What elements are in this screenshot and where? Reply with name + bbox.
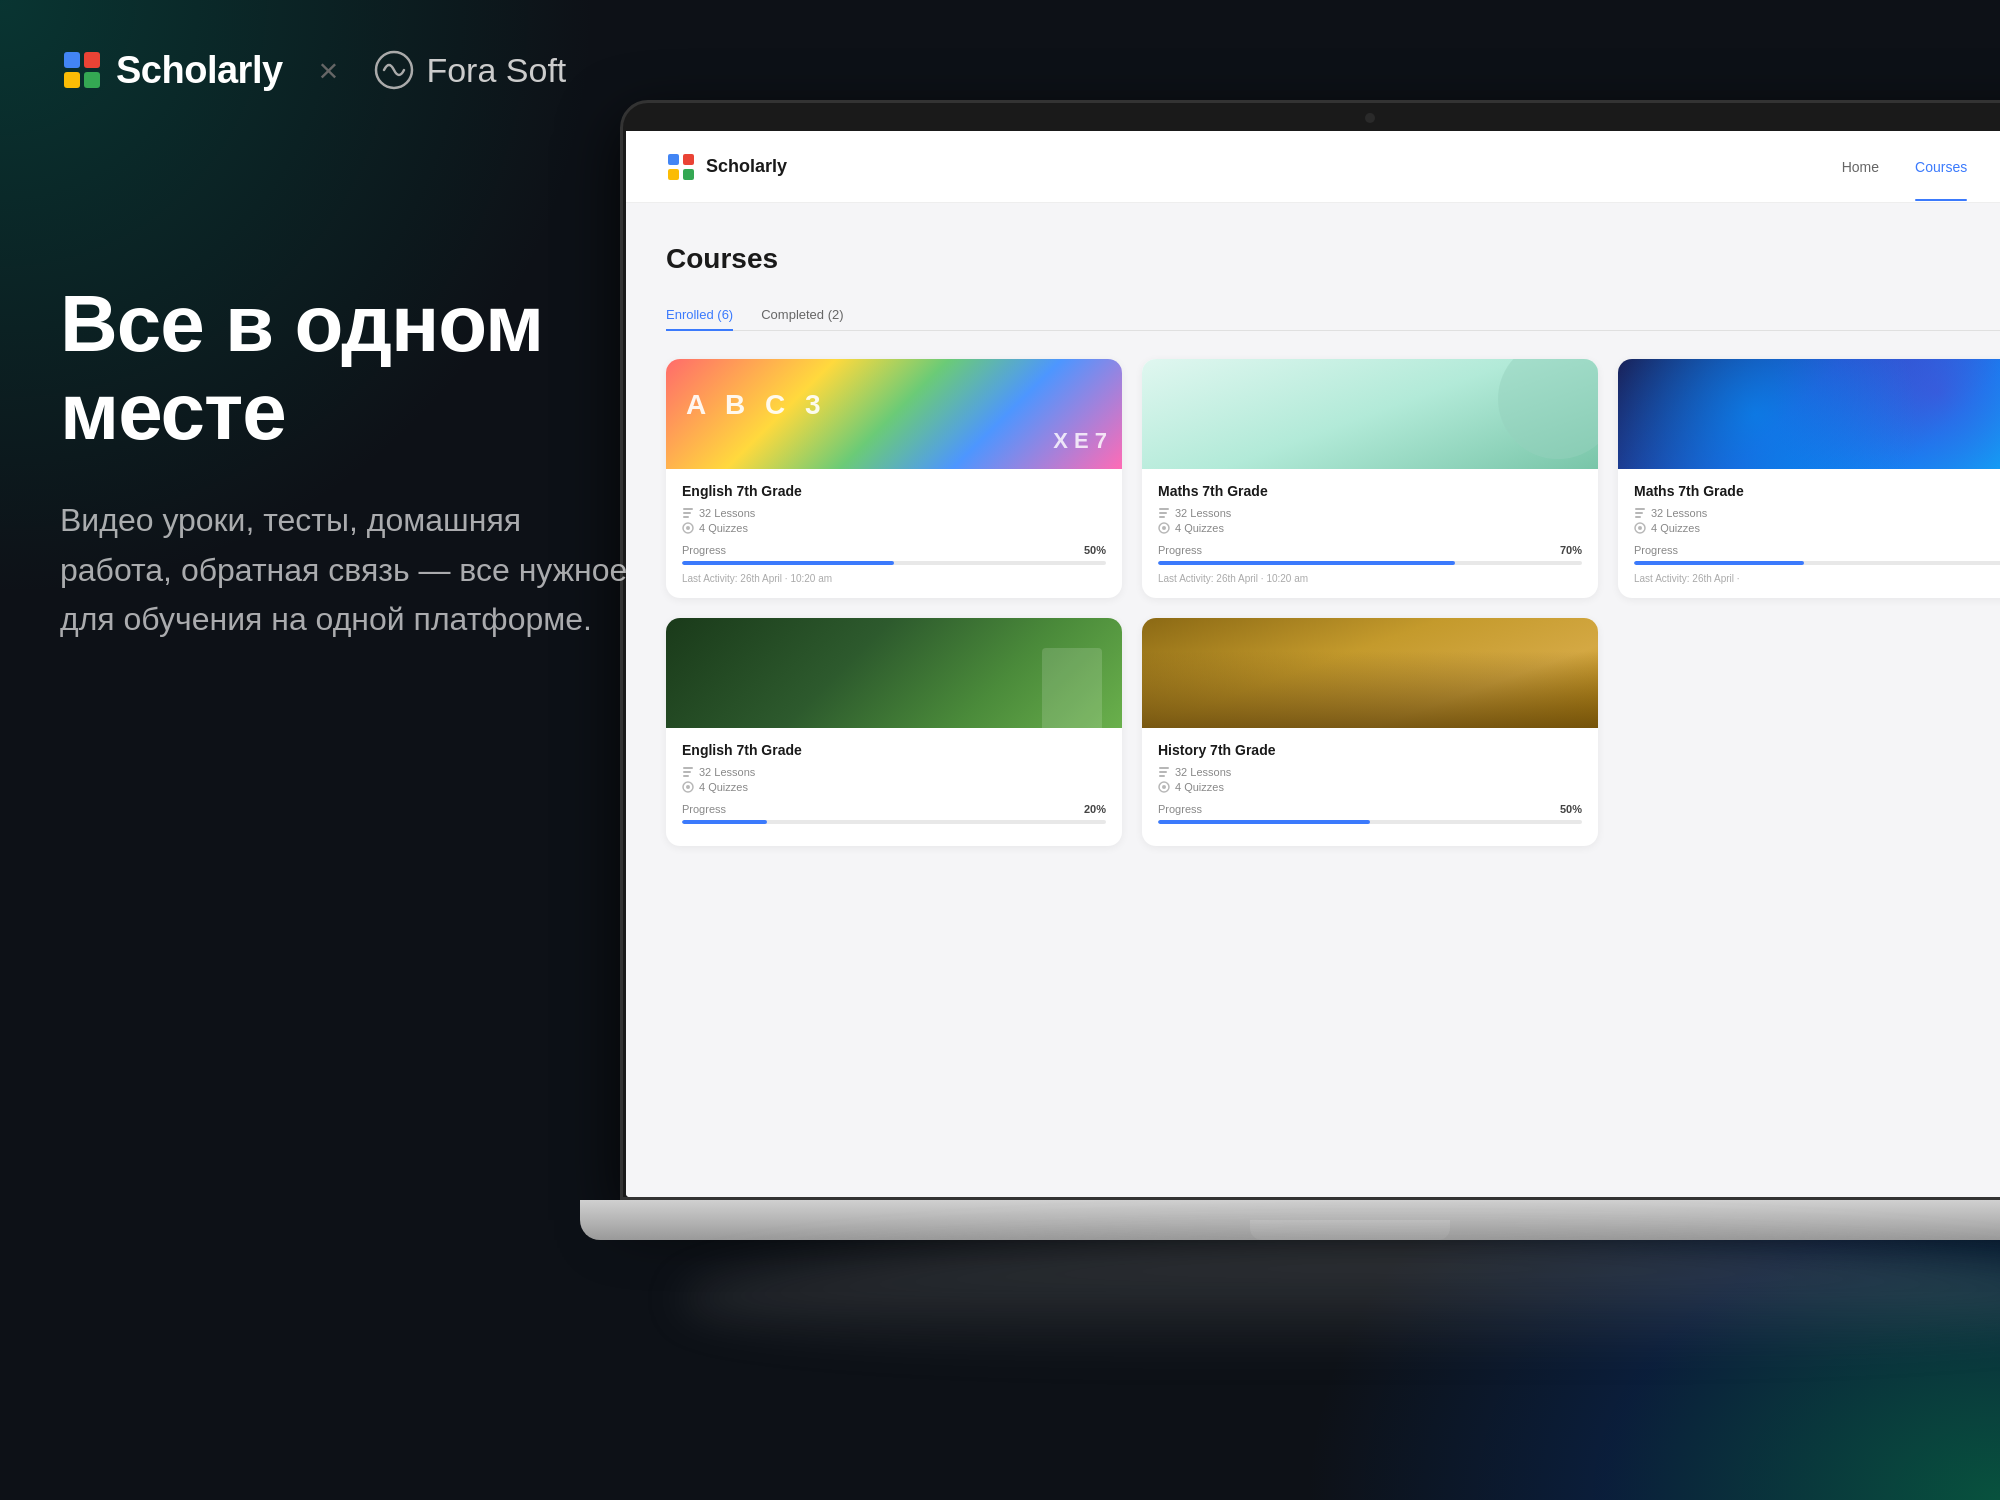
course-meta-4: 32 Lessons 4 Quizzes xyxy=(682,766,1106,793)
laptop-container: Scholarly Home Courses Recordings Course… xyxy=(580,100,2000,1420)
nav-home[interactable]: Home xyxy=(1842,159,1879,175)
course-info-2: Maths 7th Grade 32 Lessons 4 Quizzes xyxy=(1142,469,1598,598)
course-grid: English 7th Grade 32 Lessons 4 Quizzes xyxy=(666,359,2000,846)
svg-rect-30 xyxy=(1159,771,1167,773)
svg-point-23 xyxy=(1638,526,1642,530)
header-logo-area: Scholarly × Fora Soft xyxy=(60,48,566,92)
nav-courses[interactable]: Courses xyxy=(1915,159,1967,175)
svg-rect-31 xyxy=(1159,775,1165,777)
sub-text: Видео уроки, тесты, домашняя работа, обр… xyxy=(60,496,640,645)
svg-rect-20 xyxy=(1635,512,1643,514)
scholarly-icon xyxy=(60,48,104,92)
course-name-5: History 7th Grade xyxy=(1158,742,1582,758)
svg-rect-1 xyxy=(84,52,100,68)
svg-rect-29 xyxy=(1159,767,1169,769)
laptop-base xyxy=(580,1200,2000,1240)
scholarly-header-name: Scholarly xyxy=(116,49,283,92)
course-thumb-2 xyxy=(1142,359,1598,469)
course-card-2[interactable]: Maths 7th Grade 32 Lessons 4 Quizzes xyxy=(1142,359,1598,598)
app-logo-icon xyxy=(666,152,696,182)
tab-enrolled[interactable]: Enrolled (6) xyxy=(666,299,733,330)
course-card-4[interactable]: English 7th Grade 32 Lessons 4 Quizzes xyxy=(666,618,1122,846)
laptop-shadow xyxy=(680,1240,2000,1360)
svg-rect-21 xyxy=(1635,516,1641,518)
app-navbar: Scholarly Home Courses Recordings xyxy=(626,131,2000,203)
course-name-2: Maths 7th Grade xyxy=(1158,483,1582,499)
course-thumb-3 xyxy=(1618,359,2000,469)
forasoft-header-name: Fora Soft xyxy=(426,51,566,90)
svg-rect-24 xyxy=(683,767,693,769)
course-thumb-5 xyxy=(1142,618,1598,728)
svg-rect-9 xyxy=(683,508,693,510)
svg-rect-26 xyxy=(683,775,689,777)
svg-rect-6 xyxy=(683,154,694,165)
course-name-4: English 7th Grade xyxy=(682,742,1106,758)
progress-3: Progress Last Activity: 26th April · xyxy=(1634,544,2000,584)
screen-content: Scholarly Home Courses Recordings Course… xyxy=(626,131,2000,1197)
app-nav-links: Home Courses Recordings xyxy=(1842,159,2000,175)
svg-rect-7 xyxy=(668,169,679,180)
course-meta-1: 32 Lessons 4 Quizzes xyxy=(682,507,1106,534)
svg-rect-15 xyxy=(1159,512,1167,514)
page-title: Courses xyxy=(666,243,2000,275)
tabs-row: Enrolled (6) Completed (2) xyxy=(666,299,2000,331)
forasoft-logo: Fora Soft xyxy=(374,50,566,90)
course-card-5[interactable]: History 7th Grade 32 Lessons 4 Quizzes xyxy=(1142,618,1598,846)
laptop-notch xyxy=(1250,1220,1450,1240)
svg-rect-3 xyxy=(84,72,100,88)
left-content: Все в одном месте Видео уроки, тесты, до… xyxy=(60,280,640,645)
svg-rect-11 xyxy=(683,516,689,518)
svg-rect-8 xyxy=(683,169,694,180)
header: Scholarly × Fora Soft xyxy=(0,0,2000,140)
svg-point-33 xyxy=(1162,785,1166,789)
course-info-4: English 7th Grade 32 Lessons 4 Quizzes xyxy=(666,728,1122,846)
laptop-outer: Scholarly Home Courses Recordings Course… xyxy=(580,100,2000,1360)
svg-rect-16 xyxy=(1159,516,1165,518)
forasoft-icon xyxy=(374,50,414,90)
svg-rect-14 xyxy=(1159,508,1169,510)
lessons-1: 32 Lessons xyxy=(682,507,1106,519)
course-card-1[interactable]: English 7th Grade 32 Lessons 4 Quizzes xyxy=(666,359,1122,598)
course-thumb-4 xyxy=(666,618,1122,728)
app-main: Courses Enrolled (6) Completed (2) Engli… xyxy=(626,203,2000,1197)
svg-rect-0 xyxy=(64,52,80,68)
course-info-5: History 7th Grade 32 Lessons 4 Quizzes xyxy=(1142,728,1598,846)
svg-point-13 xyxy=(686,526,690,530)
svg-rect-10 xyxy=(683,512,691,514)
course-info-1: English 7th Grade 32 Lessons 4 Quizzes xyxy=(666,469,1122,598)
course-name-1: English 7th Grade xyxy=(682,483,1106,499)
svg-rect-2 xyxy=(64,72,80,88)
progress-2: Progress 70% Last Activity: 26th April ·… xyxy=(1158,544,1582,584)
svg-point-18 xyxy=(1162,526,1166,530)
svg-rect-25 xyxy=(683,771,691,773)
app-logo: Scholarly xyxy=(666,152,787,182)
course-meta-5: 32 Lessons 4 Quizzes xyxy=(1158,766,1582,793)
course-meta-3: 32 Lessons 4 Quizzes xyxy=(1634,507,2000,534)
quizzes-1: 4 Quizzes xyxy=(682,522,1106,534)
course-name-3: Maths 7th Grade xyxy=(1634,483,2000,499)
tab-completed[interactable]: Completed (2) xyxy=(761,299,843,330)
scholarly-logo: Scholarly xyxy=(60,48,283,92)
course-thumb-1 xyxy=(666,359,1122,469)
progress-4: Progress 20% xyxy=(682,803,1106,824)
separator: × xyxy=(319,51,339,90)
course-meta-2: 32 Lessons 4 Quizzes xyxy=(1158,507,1582,534)
course-info-3: Maths 7th Grade 32 Lessons 4 Quizzes xyxy=(1618,469,2000,598)
main-heading: Все в одном месте xyxy=(60,280,640,456)
svg-rect-5 xyxy=(668,154,679,165)
progress-1: Progress 50% Last Activity: 26th April ·… xyxy=(682,544,1106,584)
course-card-3[interactable]: Maths 7th Grade 32 Lessons 4 Quizzes xyxy=(1618,359,2000,598)
app-logo-text: Scholarly xyxy=(706,156,787,177)
progress-5: Progress 50% xyxy=(1158,803,1582,824)
svg-point-28 xyxy=(686,785,690,789)
svg-rect-19 xyxy=(1635,508,1645,510)
laptop-bezel: Scholarly Home Courses Recordings Course… xyxy=(620,100,2000,1200)
